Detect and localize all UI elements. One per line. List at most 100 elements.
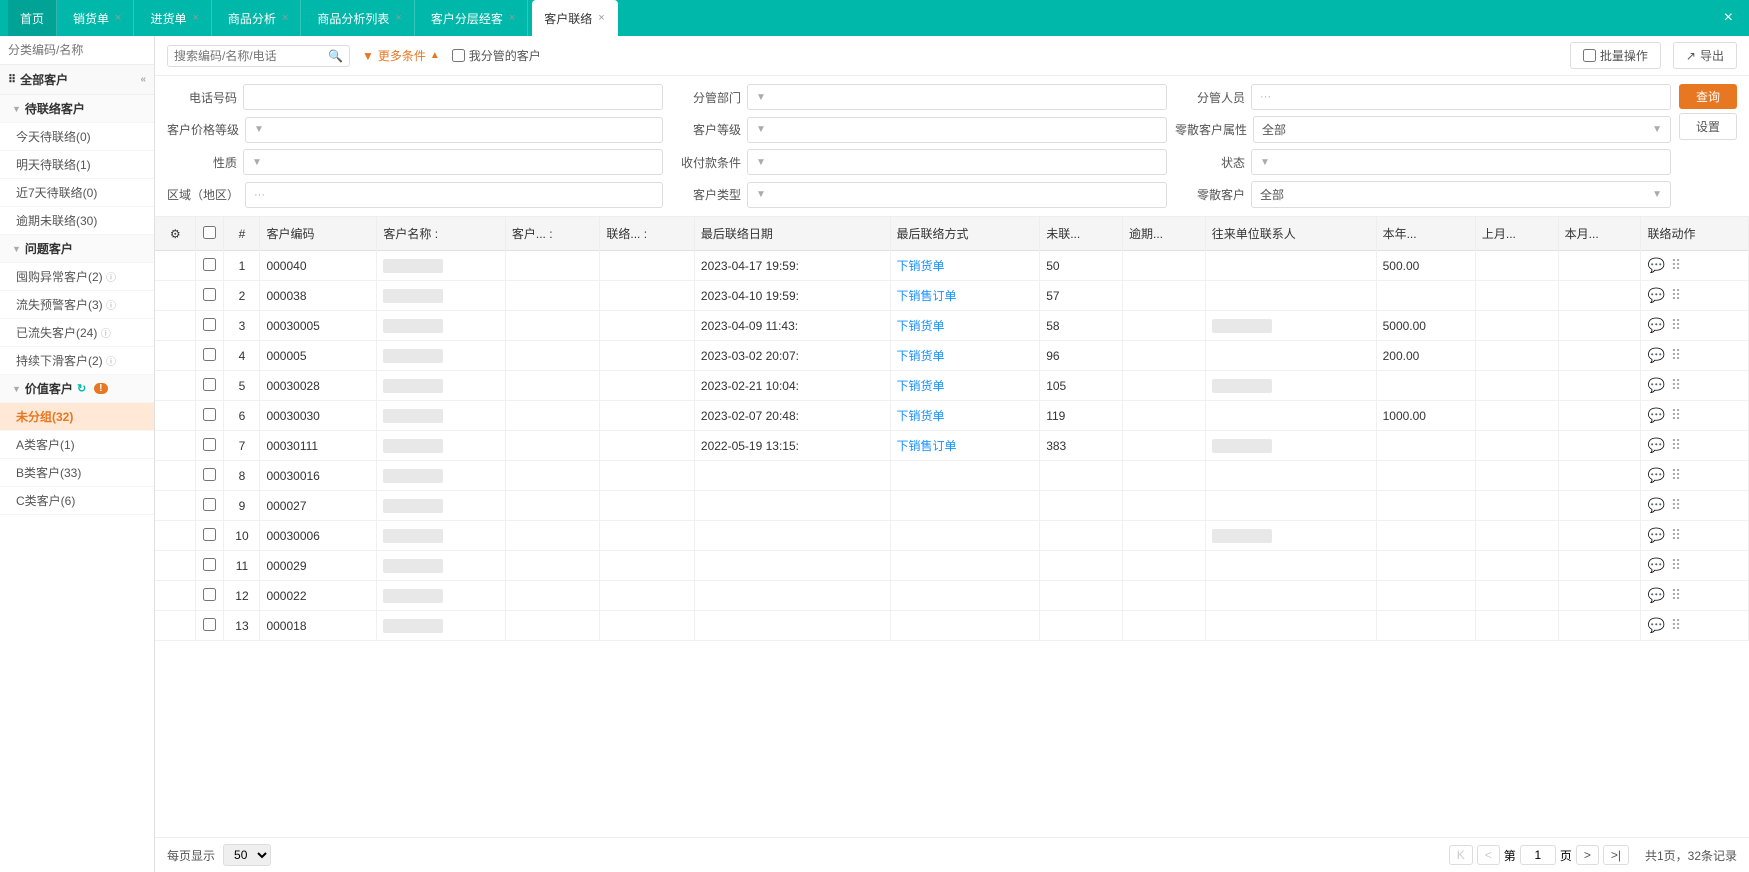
row-checkbox[interactable] [196,311,224,341]
grid-action-icon[interactable]: ⠿ [1671,557,1681,574]
row-select-checkbox[interactable] [203,468,216,481]
collapse-sidebar-icon[interactable]: « [140,74,146,85]
sidebar-item-overdue-pending[interactable]: 逾期未联络(30) [0,207,154,235]
refresh-icon[interactable]: ↻ [77,382,86,395]
window-close-button[interactable]: × [1716,5,1741,31]
close-customer-tier-tab[interactable]: × [509,12,515,24]
sidebar-item-ungroup[interactable]: 未分组(32) [0,403,154,431]
last-page-button[interactable]: >| [1603,845,1629,865]
last-method-link[interactable]: 下销货单 [897,409,945,423]
category-search-input[interactable] [8,43,155,57]
chat-icon[interactable]: 💬 [1647,437,1664,454]
row-select-checkbox[interactable] [203,588,216,601]
row-checkbox[interactable] [196,401,224,431]
row-select-checkbox[interactable] [203,288,216,301]
settings-col-header[interactable]: ⚙ [155,217,196,251]
row-checkbox[interactable] [196,611,224,641]
main-search-field[interactable]: 🔍 [167,45,350,67]
page-size-select[interactable]: 50 [223,844,271,866]
problem-customers-header[interactable]: ▼ 问题客户 [0,235,154,263]
my-customers-check[interactable] [452,49,465,62]
close-purchase-tab[interactable]: × [192,12,198,24]
grid-action-icon[interactable]: ⠿ [1671,317,1681,334]
chat-icon[interactable]: 💬 [1647,467,1664,484]
row-checkbox[interactable] [196,251,224,281]
sidebar-item-tomorrow-pending[interactable]: 明天待联络(1) [0,151,154,179]
tab-customer-contact[interactable]: 客户联络 × [532,0,617,36]
last-method-link[interactable]: 下销货单 [897,349,945,363]
phone-input[interactable] [243,84,663,110]
all-customers-header[interactable]: ⠿ 全部客户 « [0,65,154,95]
chat-icon[interactable]: 💬 [1647,317,1664,334]
search-icon[interactable]: 🔍 [328,49,343,63]
sidebar-item-class-c[interactable]: C类客户(6) [0,487,154,515]
customer-type-select[interactable]: ▼ [747,182,1167,208]
row-checkbox[interactable] [196,371,224,401]
tab-product-analysis-list[interactable]: 商品分析列表 × [305,0,414,36]
row-checkbox[interactable] [196,581,224,611]
last-method-link[interactable]: 下销货单 [897,379,945,393]
tab-customer-tier[interactable]: 客户分层经客 × [419,0,528,36]
sidebar-item-abnormal-purchase[interactable]: 囤购异常客户(2) ⓘ [0,263,154,291]
last-method-link[interactable]: 下销货单 [897,319,945,333]
row-select-checkbox[interactable] [203,318,216,331]
grid-action-icon[interactable]: ⠿ [1671,497,1681,514]
search-input[interactable] [174,49,324,63]
sidebar-item-7days-pending[interactable]: 近7天待联络(0) [0,179,154,207]
next-page-button[interactable]: > [1576,845,1599,865]
grid-action-icon[interactable]: ⠿ [1671,467,1681,484]
close-product-analysis-tab[interactable]: × [282,12,288,24]
my-customers-checkbox[interactable]: 我分管的客户 [452,47,541,64]
chat-icon[interactable]: 💬 [1647,497,1664,514]
payment-select[interactable]: ▼ [747,149,1167,175]
grid-action-icon[interactable]: ⠿ [1671,347,1681,364]
export-button[interactable]: ↗ 导出 [1673,42,1737,69]
sidebar-item-declining[interactable]: 持续下滑客户(2) ⓘ [0,347,154,375]
sidebar-item-loss-warning[interactable]: 流失预警客户(3) ⓘ [0,291,154,319]
row-select-checkbox[interactable] [203,498,216,511]
chat-icon[interactable]: 💬 [1647,527,1664,544]
close-product-analysis-list-tab[interactable]: × [395,12,401,24]
sidebar-item-lost[interactable]: 已流失客户(24) ⓘ [0,319,154,347]
grid-action-icon[interactable]: ⠿ [1671,527,1681,544]
row-checkbox[interactable] [196,281,224,311]
sidebar-item-class-b[interactable]: B类客户(33) [0,459,154,487]
grid-action-icon[interactable]: ⠿ [1671,617,1681,634]
chat-icon[interactable]: 💬 [1647,347,1664,364]
chat-icon[interactable]: 💬 [1647,287,1664,304]
grid-action-icon[interactable]: ⠿ [1671,587,1681,604]
row-select-checkbox[interactable] [203,528,216,541]
prev-page-button[interactable]: < [1477,845,1500,865]
row-select-checkbox[interactable] [203,348,216,361]
last-method-link[interactable]: 下销售订单 [897,439,957,453]
chat-icon[interactable]: 💬 [1647,257,1664,274]
retail-attr-select[interactable]: 全部 ▼ [1253,116,1671,143]
value-customers-header[interactable]: ▼ 价值客户 ↻ ! [0,375,154,403]
grid-action-icon[interactable]: ⠿ [1671,377,1681,394]
row-checkbox[interactable] [196,461,224,491]
nature-select[interactable]: ▼ [243,149,663,175]
chat-icon[interactable]: 💬 [1647,617,1664,634]
row-select-checkbox[interactable] [203,378,216,391]
tab-home[interactable]: 首页 [8,0,57,36]
reset-button[interactable]: 设置 [1679,113,1737,140]
bulk-operations-button[interactable]: 批量操作 [1570,42,1661,69]
chat-icon[interactable]: 💬 [1647,587,1664,604]
bulk-checkbox[interactable] [1583,49,1596,62]
tab-purchase[interactable]: 进货单 × [138,0,211,36]
grid-action-icon[interactable]: ⠿ [1671,257,1681,274]
close-customer-contact-tab[interactable]: × [598,12,604,24]
checkbox-col-header[interactable] [196,217,224,251]
tab-product-analysis[interactable]: 商品分析 × [216,0,301,36]
row-checkbox[interactable] [196,551,224,581]
row-checkbox[interactable] [196,341,224,371]
select-all-checkbox[interactable] [203,226,216,239]
row-checkbox[interactable] [196,521,224,551]
row-select-checkbox[interactable] [203,618,216,631]
tab-sales[interactable]: 销货单 × [61,0,134,36]
status-select[interactable]: ▼ [1251,149,1671,175]
sidebar-item-today-pending[interactable]: 今天待联络(0) [0,123,154,151]
row-select-checkbox[interactable] [203,258,216,271]
region-select[interactable]: ··· [245,182,663,208]
last-method-link[interactable]: 下销货单 [897,259,945,273]
